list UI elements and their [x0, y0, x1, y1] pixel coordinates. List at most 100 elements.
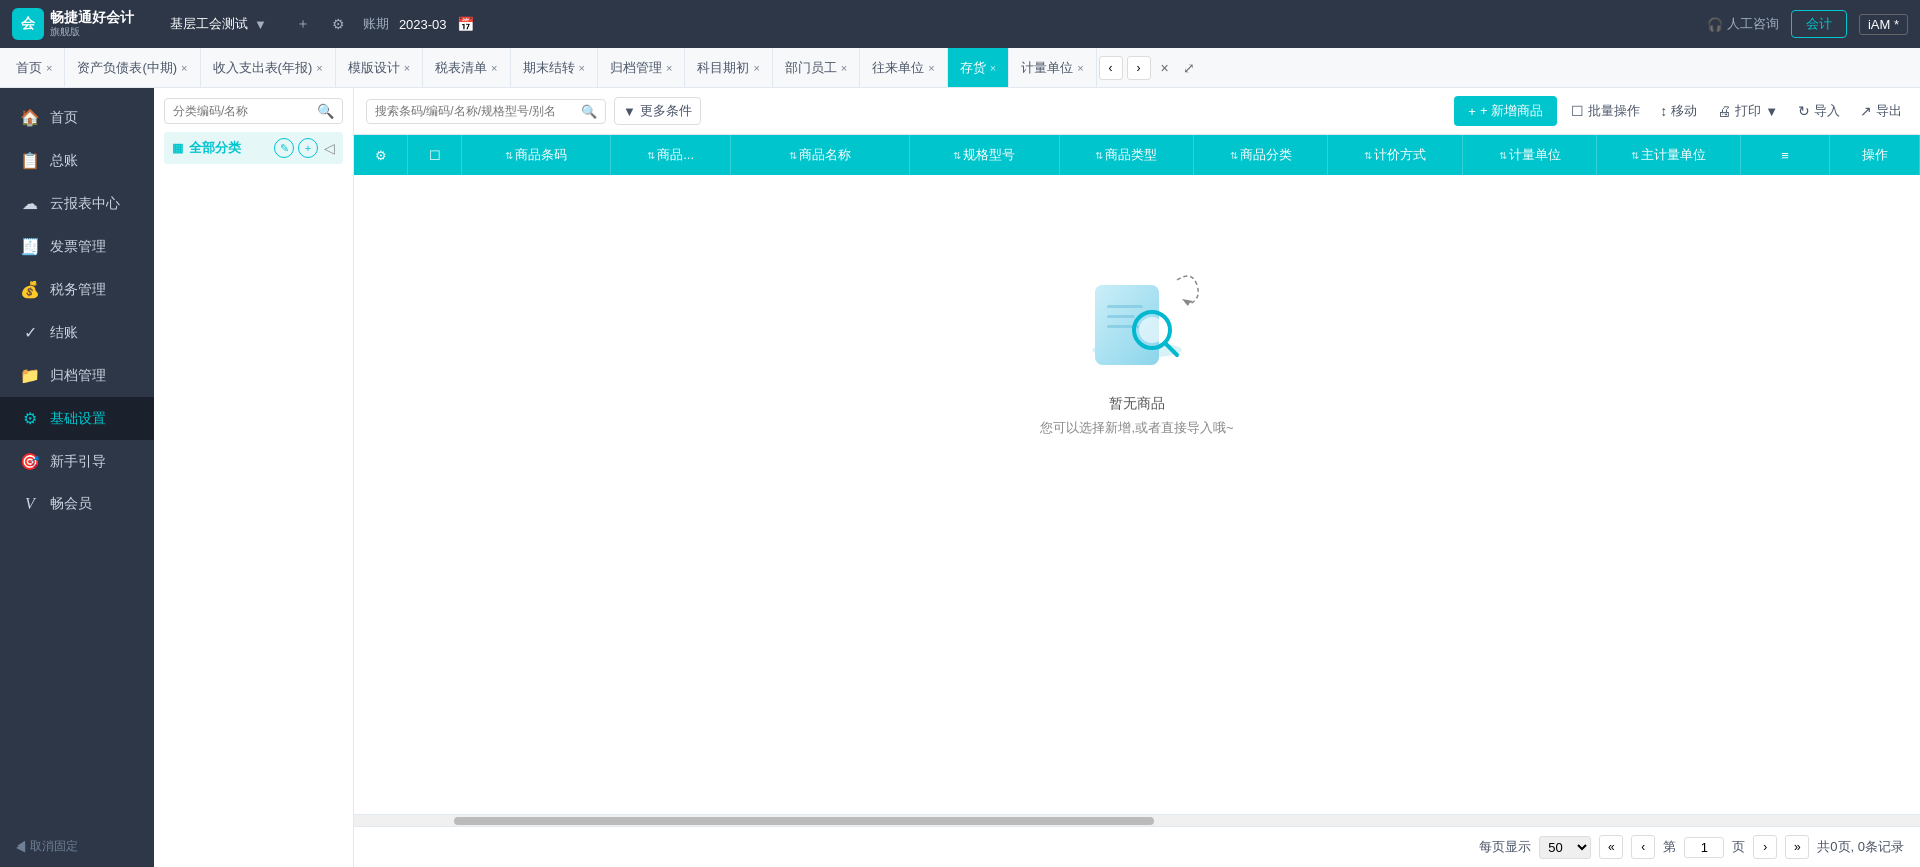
tab-close-all-button[interactable]: ×: [1153, 56, 1177, 80]
move-button[interactable]: ↕ 移动: [1654, 98, 1703, 124]
close-icon[interactable]: ×: [181, 62, 187, 74]
iam-badge: iAM *: [1859, 14, 1908, 35]
tab-expand-button[interactable]: ⤢: [1177, 56, 1201, 80]
settle-icon: ✓: [20, 323, 40, 342]
horizontal-scrollbar[interactable]: [354, 814, 1920, 826]
tab-income[interactable]: 收入支出表(年报) ×: [201, 48, 336, 88]
col-main-unit-header[interactable]: ⇅主计量单位: [1597, 135, 1740, 175]
tab-assets[interactable]: 资产负债表(中期) ×: [65, 48, 200, 88]
sidebar-item-settings[interactable]: ⚙ 基础设置: [0, 397, 154, 440]
sidebar-item-guide[interactable]: 🎯 新手引导: [0, 440, 154, 483]
close-icon[interactable]: ×: [316, 62, 322, 74]
sidebar-item-reports[interactable]: ☁ 云报表中心: [0, 182, 154, 225]
close-icon[interactable]: ×: [491, 62, 497, 74]
close-icon[interactable]: ×: [579, 62, 585, 74]
col-type-header[interactable]: ⇅商品类型: [1059, 135, 1193, 175]
tax-icon: 💰: [20, 280, 40, 299]
tab-period-close[interactable]: 期末结转 ×: [511, 48, 598, 88]
category-search-box: 🔍: [164, 98, 343, 124]
print-button[interactable]: 🖨 打印 ▼: [1711, 98, 1784, 124]
tab-home[interactable]: 首页 ×: [4, 48, 65, 88]
svg-rect-3: [1107, 305, 1143, 308]
tab-subject[interactable]: 科目期初 ×: [685, 48, 772, 88]
sidebar-item-settle[interactable]: ✓ 结账: [0, 311, 154, 354]
batch-icon: ☐: [1571, 103, 1584, 119]
cloud-icon: ☁: [20, 194, 40, 213]
close-icon[interactable]: ×: [46, 62, 52, 74]
sidebar-item-member[interactable]: V 畅会员: [0, 483, 154, 525]
col-model-header[interactable]: ⇅规格型号: [910, 135, 1059, 175]
per-page-select[interactable]: 50 100 200: [1539, 836, 1591, 859]
next-page-button[interactable]: ›: [1753, 835, 1777, 859]
page-number-input[interactable]: [1684, 837, 1724, 858]
first-page-button[interactable]: «: [1599, 835, 1623, 859]
tab-contacts[interactable]: 往来单位 ×: [860, 48, 947, 88]
tab-nav-prev-button[interactable]: ‹: [1099, 56, 1123, 80]
sidebar-item-archive[interactable]: 📁 归档管理: [0, 354, 154, 397]
tab-department[interactable]: 部门员工 ×: [773, 48, 860, 88]
tab-archive[interactable]: 归档管理 ×: [598, 48, 685, 88]
close-icon[interactable]: ×: [841, 62, 847, 74]
tab-unit[interactable]: 计量单位 ×: [1009, 48, 1096, 88]
sidebar-item-invoice[interactable]: 🧾 发票管理: [0, 225, 154, 268]
sidebar-item-ledger[interactable]: 📋 总账: [0, 139, 154, 182]
table-container: ⚙ ☐ ⇅商品条码 ⇅商品... ⇅商品名称: [354, 135, 1920, 814]
more-conditions-button[interactable]: ▼ 更多条件: [614, 97, 701, 125]
scroll-thumb[interactable]: [454, 817, 1154, 825]
import-button[interactable]: ↻ 导入: [1792, 98, 1846, 124]
col-name-header[interactable]: ⇅商品名称: [730, 135, 909, 175]
move-icon: ↕: [1660, 103, 1667, 119]
grid-icon: ▦: [172, 141, 183, 155]
collapse-panel-button[interactable]: ◁: [324, 140, 335, 156]
calendar-icon[interactable]: 📅: [457, 16, 474, 32]
empty-text-main: 暂无商品: [1109, 395, 1165, 413]
prev-page-button[interactable]: ‹: [1631, 835, 1655, 859]
col-price-method-header[interactable]: ⇅计价方式: [1328, 135, 1462, 175]
guide-icon: 🎯: [20, 452, 40, 471]
col-check[interactable]: ☐: [408, 135, 462, 175]
company-selector[interactable]: 基层工会测试 ▼: [162, 11, 275, 37]
col-unit-header[interactable]: ⇅计量单位: [1462, 135, 1596, 175]
tab-template[interactable]: 模版设计 ×: [336, 48, 423, 88]
sort-icon: ⇅: [1631, 150, 1639, 161]
sort-icon: ⇅: [1095, 150, 1103, 161]
settings-icon-button[interactable]: ⚙: [325, 10, 353, 38]
export-button[interactable]: ↗ 导出: [1854, 98, 1908, 124]
sort-icon: ⇅: [1499, 150, 1507, 161]
chevron-down-icon: ▼: [254, 17, 267, 32]
close-icon[interactable]: ×: [990, 62, 996, 74]
category-search-input[interactable]: [173, 104, 311, 118]
consult-button[interactable]: 🎧 人工咨询: [1707, 15, 1779, 33]
tab-inventory[interactable]: 存货 ×: [948, 48, 1009, 88]
sidebar: 🏠 首页 📋 总账 ☁ 云报表中心 🧾 发票管理 💰 税务管理 ✓ 结账 📁 归…: [0, 88, 154, 867]
sidebar-item-home[interactable]: 🏠 首页: [0, 96, 154, 139]
col-extra-header[interactable]: ≡: [1740, 135, 1830, 175]
category-all-item[interactable]: ▦ 全部分类 ✎ + ◁: [164, 132, 343, 164]
sort-icon: ⇅: [953, 150, 961, 161]
last-page-button[interactable]: »: [1785, 835, 1809, 859]
edit-category-button[interactable]: ✎: [274, 138, 294, 158]
account-button[interactable]: 会计: [1791, 10, 1847, 38]
col-code-header[interactable]: ⇅商品...: [611, 135, 731, 175]
close-icon[interactable]: ×: [404, 62, 410, 74]
close-icon[interactable]: ×: [753, 62, 759, 74]
company-name: 基层工会测试: [170, 15, 248, 33]
col-category-header[interactable]: ⇅商品分类: [1193, 135, 1327, 175]
product-search-input[interactable]: [375, 104, 575, 118]
close-icon[interactable]: ×: [1077, 62, 1083, 74]
tab-tax[interactable]: 税表清单 ×: [423, 48, 510, 88]
close-icon[interactable]: ×: [928, 62, 934, 74]
plus-icon: +: [1468, 104, 1476, 119]
tab-nav-next-button[interactable]: ›: [1127, 56, 1151, 80]
col-barcode-header[interactable]: ⇅商品条码: [462, 135, 611, 175]
unpin-sidebar-button[interactable]: ◀ ◀ 取消固定: [0, 826, 154, 867]
add-product-button[interactable]: + + 新增商品: [1454, 96, 1557, 126]
add-category-button[interactable]: +: [298, 138, 318, 158]
category-actions: ✎ +: [274, 138, 318, 158]
close-icon[interactable]: ×: [666, 62, 672, 74]
empty-text-sub: 您可以选择新增,或者直接导入哦~: [1040, 419, 1233, 437]
col-settings[interactable]: ⚙: [354, 135, 408, 175]
add-tab-button[interactable]: ＋: [289, 10, 317, 38]
batch-action-button[interactable]: ☐ 批量操作: [1565, 98, 1646, 124]
sidebar-item-tax[interactable]: 💰 税务管理: [0, 268, 154, 311]
